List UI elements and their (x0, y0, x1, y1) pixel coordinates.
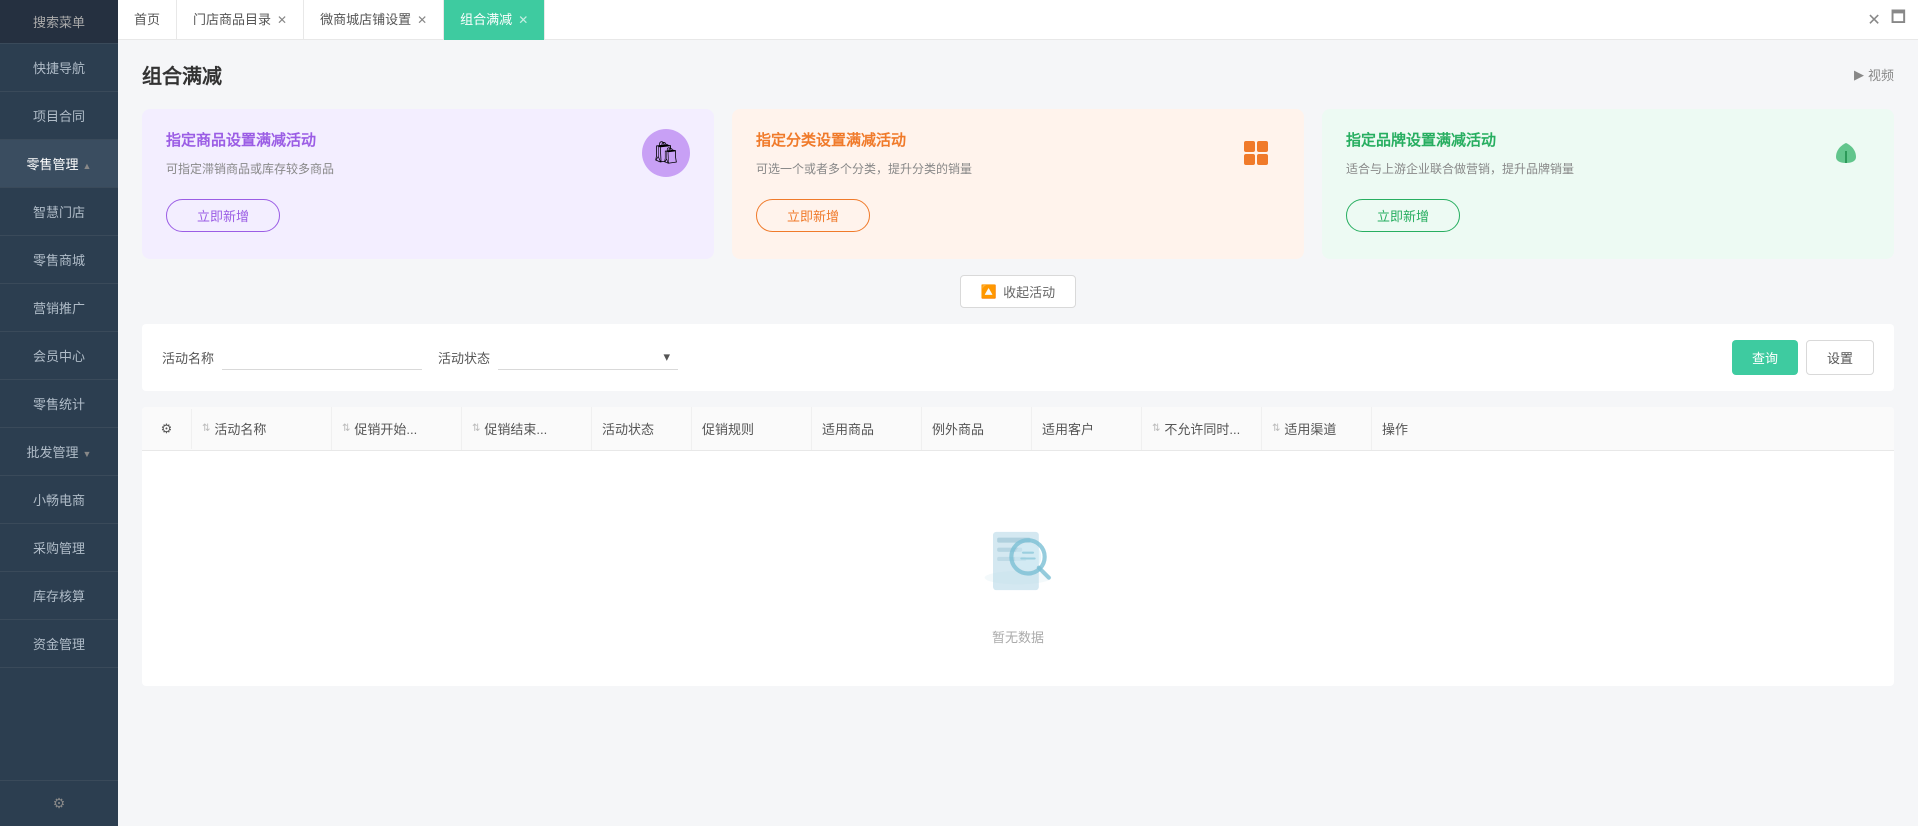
th-customer: 适用客户 (1032, 407, 1142, 450)
card-brand-add-btn[interactable]: 立即新增 (1346, 199, 1460, 232)
th-channel[interactable]: ⇅ 适用渠道 (1262, 407, 1372, 450)
query-button[interactable]: 查询 (1732, 340, 1798, 375)
activity-name-label: 活动名称 (162, 348, 214, 367)
tab-store-catalog[interactable]: 门店商品目录 ✕ (177, 0, 304, 40)
card-category: 指定分类设置满减活动 可选一个或者多个分类，提升分类的销量 立即新增 (732, 109, 1304, 259)
tab-wechat-store[interactable]: 微商城店铺设置 ✕ (304, 0, 444, 40)
sidebar-item-quick-nav[interactable]: 快捷导航 (0, 44, 118, 92)
activity-name-input[interactable] (222, 346, 422, 370)
card-category-add-btn[interactable]: 立即新增 (756, 199, 870, 232)
sidebar-item-retail-stats[interactable]: 零售统计 (0, 380, 118, 428)
tab-close-store-catalog[interactable]: ✕ (277, 0, 287, 40)
collapse-bar: 🔼 收起活动 (142, 275, 1894, 308)
sidebar-item-finance[interactable]: 资金管理 (0, 620, 118, 668)
card-category-icon (1232, 129, 1280, 177)
tab-combo-discount[interactable]: 组合满减 ✕ (444, 0, 545, 40)
leaf-icon (1832, 139, 1860, 167)
sidebar-item-smart-store[interactable]: 智慧门店 (0, 188, 118, 236)
sidebar-item-wholesale-mgmt[interactable]: 批发管理 (0, 428, 118, 476)
empty-image (968, 511, 1068, 611)
sort-icon: ⇅ (1272, 423, 1280, 434)
search-bar: 活动名称 活动状态 ▾ 查询 设置 (142, 324, 1894, 391)
sidebar-item-retail-mall[interactable]: 零售商城 (0, 236, 118, 284)
sidebar-item-membership[interactable]: 会员中心 (0, 332, 118, 380)
main-area: 首页 门店商品目录 ✕ 微商城店铺设置 ✕ 组合满减 ✕ ✕ 🗖 组合满减 ▶ … (118, 0, 1918, 826)
sidebar-item-inventory[interactable]: 库存核算 (0, 572, 118, 620)
sort-icon: ⇅ (1152, 423, 1160, 434)
th-status: 活动状态 (592, 407, 692, 450)
card-product-title: 指定商品设置满减活动 (166, 129, 690, 150)
empty-state: 暂无数据 (142, 451, 1894, 686)
sidebar-item-marketing[interactable]: 营销推广 (0, 284, 118, 332)
card-product-icon: 🛍 (642, 129, 690, 177)
chevron-up-icon: 🔼 (981, 284, 997, 300)
activity-status-select[interactable]: ▾ (498, 345, 678, 370)
sidebar-item-ecommerce[interactable]: 小畅电商 (0, 476, 118, 524)
tab-bar: 首页 门店商品目录 ✕ 微商城店铺设置 ✕ 组合满减 ✕ ✕ 🗖 (118, 0, 1918, 40)
card-brand-desc: 适合与上游企业联合做营销，提升品牌销量 (1346, 160, 1870, 179)
setting-button[interactable]: 设置 (1806, 340, 1874, 375)
sort-icon: ⇅ (342, 423, 350, 434)
th-activity-name[interactable]: ⇅ 活动名称 (192, 407, 332, 450)
card-product-add-btn[interactable]: 立即新增 (166, 199, 280, 232)
gear-icon: ⚙ (53, 795, 66, 811)
gear-icon: ⚙ (161, 421, 173, 437)
card-product-desc: 可指定滞销商品或库存较多商品 (166, 160, 690, 179)
grid-icon (1242, 139, 1270, 167)
th-start-date[interactable]: ⇅ 促销开始... (332, 407, 462, 450)
page-header: 组合满减 ▶ 视频 (142, 60, 1894, 89)
play-circle-icon: ▶ (1854, 67, 1864, 83)
sidebar-item-purchase-mgmt[interactable]: 采购管理 (0, 524, 118, 572)
th-action: 操作 (1372, 407, 1894, 450)
collapse-btn[interactable]: 🔼 收起活动 (960, 275, 1076, 308)
video-link[interactable]: ▶ 视频 (1854, 65, 1894, 84)
card-brand-icon (1822, 129, 1870, 177)
search-buttons: 查询 设置 (1732, 340, 1874, 375)
tab-close-combo-discount[interactable]: ✕ (518, 0, 528, 40)
card-category-title: 指定分类设置满减活动 (756, 129, 1280, 150)
cards-row: 🛍 指定商品设置满减活动 可指定滞销商品或库存较多商品 立即新增 指定分类设置满… (142, 109, 1894, 259)
card-brand: 指定品牌设置满减活动 适合与上游企业联合做营销，提升品牌销量 立即新增 (1322, 109, 1894, 259)
table-header: ⚙ ⇅ 活动名称 ⇅ 促销开始... ⇅ 促销结束... 活动状态 (142, 407, 1894, 451)
activity-status-field: 活动状态 ▾ (438, 345, 678, 370)
activity-status-label: 活动状态 (438, 348, 490, 367)
tab-home[interactable]: 首页 (118, 0, 177, 40)
th-rule: 促销规则 (692, 407, 812, 450)
card-category-desc: 可选一个或者多个分类，提升分类的销量 (756, 160, 1280, 179)
sidebar-settings[interactable]: ⚙ (0, 780, 118, 826)
th-gear[interactable]: ⚙ (142, 409, 192, 449)
activity-name-field: 活动名称 (162, 346, 422, 370)
th-notallow[interactable]: ⇅ 不允许同时... (1142, 407, 1262, 450)
th-goods: 适用商品 (812, 407, 922, 450)
sidebar: 搜索菜单 快捷导航 项目合同 零售管理 智慧门店 零售商城 营销推广 会员中心 … (0, 0, 118, 826)
window-controls: ✕ 🗖 (1855, 6, 1918, 33)
empty-text: 暂无数据 (992, 627, 1044, 646)
page-title: 组合满减 (142, 60, 222, 89)
content-area: 组合满减 ▶ 视频 🛍 指定商品设置满减活动 可指定滞销商品或库存较多商品 立即… (118, 40, 1918, 826)
sort-icon: ⇅ (202, 423, 210, 434)
sort-icon: ⇅ (472, 423, 480, 434)
chevron-down-icon: ▾ (664, 349, 671, 365)
th-end-date[interactable]: ⇅ 促销结束... (462, 407, 592, 450)
card-product: 🛍 指定商品设置满减活动 可指定滞销商品或库存较多商品 立即新增 (142, 109, 714, 259)
th-except: 例外商品 (922, 407, 1032, 450)
sidebar-item-retail-mgmt[interactable]: 零售管理 (0, 140, 118, 188)
sidebar-search[interactable]: 搜索菜单 (0, 0, 118, 44)
window-close-icon[interactable]: ✕ (1867, 10, 1880, 30)
tab-close-wechat-store[interactable]: ✕ (417, 0, 427, 40)
window-maximize-icon[interactable]: 🗖 (1891, 6, 1906, 33)
data-table: ⚙ ⇅ 活动名称 ⇅ 促销开始... ⇅ 促销结束... 活动状态 (142, 407, 1894, 686)
card-brand-title: 指定品牌设置满减活动 (1346, 129, 1870, 150)
sidebar-item-project-contract[interactable]: 项目合同 (0, 92, 118, 140)
